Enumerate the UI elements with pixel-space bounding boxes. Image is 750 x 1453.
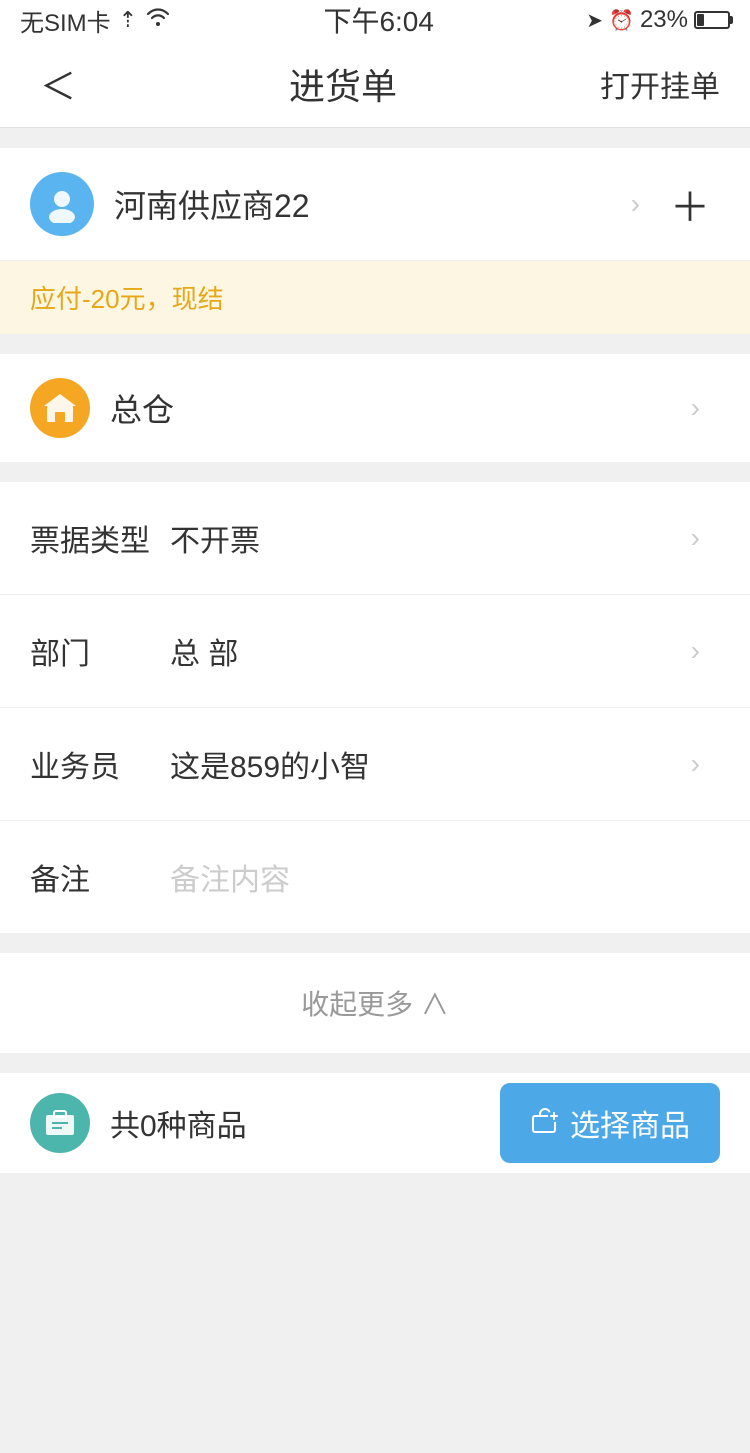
invoice-type-chevron-icon: › [691,522,700,554]
remark-input[interactable]: 备注内容 [150,855,720,899]
empty-area [0,1173,750,1453]
divider-1 [0,128,750,148]
battery-percent: 23% [640,6,688,34]
supplier-name: 河南供应商22 [114,181,631,227]
warehouse-chevron-icon: › [691,392,700,424]
warehouse-section: 总仓 › [0,354,750,462]
battery-icon [694,11,730,29]
department-label: 部门 [30,629,150,673]
wifi-signal-icon [145,6,171,34]
status-bar: 无SIM卡 ⇡ 下午6:04 ➤ ⏰ 23% [0,0,750,40]
department-value: 总 部 [150,629,691,673]
remark-label: 备注 [30,855,150,899]
select-product-label: 选择商品 [570,1101,690,1145]
location-icon: ➤ [586,8,603,33]
warehouse-name: 总仓 [110,385,691,431]
warehouse-row[interactable]: 总仓 › [0,354,750,462]
status-time: 下午6:04 [323,0,434,40]
wifi-icon: ⇡ [119,7,137,33]
salesperson-chevron-icon: › [691,748,700,780]
open-pending-button[interactable]: 打开挂单 [600,62,720,106]
salesperson-label: 业务员 [30,742,150,786]
department-row[interactable]: 部门 总 部 › [0,595,750,708]
invoice-type-row[interactable]: 票据类型 不开票 › [0,482,750,595]
page-title: 进货单 [289,58,397,110]
supplier-chevron-icon: › [631,188,640,220]
invoice-type-label: 票据类型 [30,516,150,560]
salesperson-row[interactable]: 业务员 这是859的小智 › [0,708,750,821]
remark-row[interactable]: 备注 备注内容 [0,821,750,933]
warehouse-icon [30,378,90,438]
collapse-section[interactable]: 收起更多 ∧ [0,953,750,1053]
cart-icon [530,1108,560,1138]
back-button[interactable]: ＜ [30,48,86,120]
supplier-avatar [30,172,94,236]
add-button[interactable]: ＋ [660,175,720,233]
nav-bar: ＜ 进货单 打开挂单 [0,40,750,128]
supplier-row[interactable]: 河南供应商22 › ＋ [0,148,750,261]
status-right: ➤ ⏰ 23% [586,6,730,34]
supplier-section: 河南供应商22 › ＋ 应付-20元，现结 [0,148,750,334]
product-count: 共0种商品 [110,1101,500,1145]
carrier-text: 无SIM卡 [20,3,111,38]
department-chevron-icon: › [691,635,700,667]
notice-text: 应付-20元，现结 [30,284,224,314]
bottom-bar: 共0种商品 选择商品 [0,1073,750,1173]
collapse-label[interactable]: 收起更多 ∧ [301,989,449,1020]
alarm-icon: ⏰ [609,8,634,33]
invoice-type-value: 不开票 [150,516,691,560]
status-left: 无SIM卡 ⇡ [20,3,171,38]
select-product-button[interactable]: 选择商品 [500,1083,720,1163]
salesperson-value: 这是859的小智 [150,742,691,786]
product-icon [30,1093,90,1153]
form-section: 票据类型 不开票 › 部门 总 部 › 业务员 这是859的小智 › 备注 备注… [0,482,750,933]
notice-bar: 应付-20元，现结 [0,261,750,334]
